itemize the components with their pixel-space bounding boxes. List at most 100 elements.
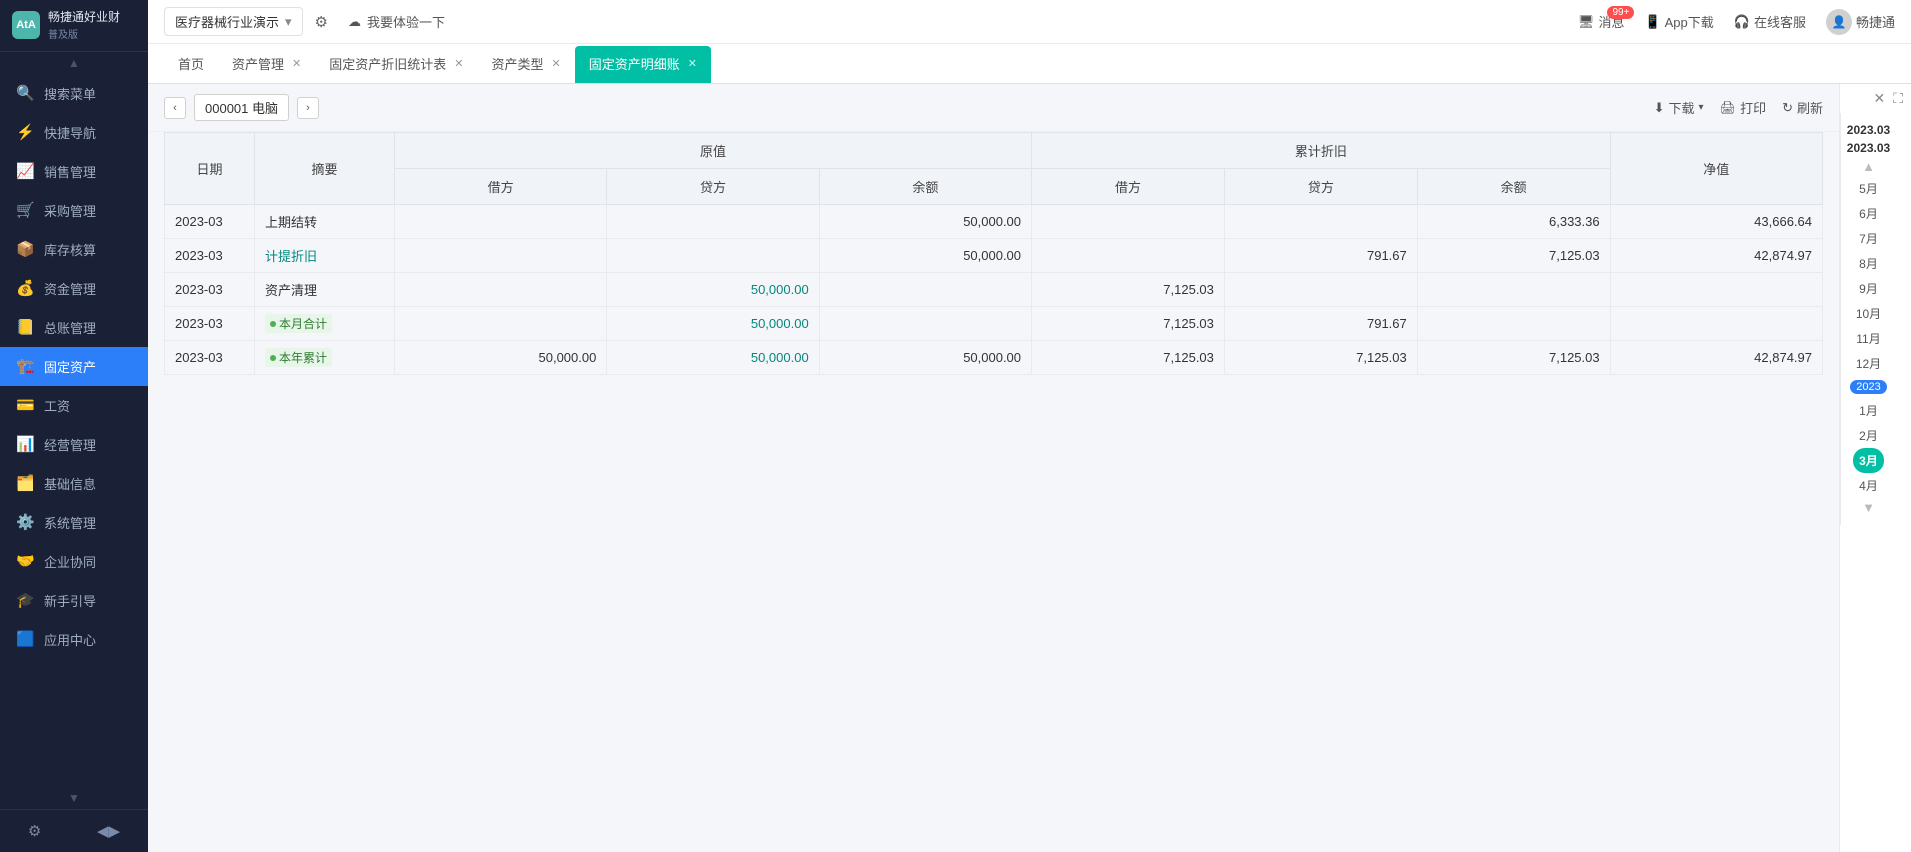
tab-close-icon[interactable]: ✕	[552, 57, 561, 70]
tab-asset-detail[interactable]: 固定资产明细账 ✕	[575, 46, 711, 83]
cell-summary: 本年累计	[255, 341, 395, 375]
tab-label: 首页	[178, 54, 204, 73]
cell-net-value	[1610, 273, 1822, 307]
app-download-btn[interactable]: 📱 App下载	[1644, 12, 1713, 31]
panel-close-btn[interactable]: ✕	[1873, 90, 1885, 107]
cell-yuanzhi-debit: 50,000.00	[395, 341, 607, 375]
sidebar-item-label: 资金管理	[44, 279, 96, 298]
cell-date: 2023-03	[165, 239, 255, 273]
cell-yuanzhi-debit	[395, 273, 607, 307]
dropdown-icon: ▾	[285, 14, 292, 30]
cell-yuanzhi-credit: 50,000.00	[607, 341, 819, 375]
sidebar-item-purchase[interactable]: 🛒 采购管理	[0, 191, 148, 230]
timeline-year-badge: 2023	[1850, 380, 1886, 394]
base-info-icon: 🗂️	[16, 474, 34, 492]
col-leiji-debit: 借方	[1032, 169, 1225, 205]
timeline-up-arrow[interactable]: ▲	[1860, 157, 1877, 176]
sidebar-item-finance[interactable]: 💰 资金管理	[0, 269, 148, 308]
timeline-months-2023: 1月2月3月4月	[1853, 398, 1884, 498]
tag-month: 本月合计	[265, 314, 332, 333]
cell-net-value: 42,874.97	[1610, 341, 1822, 375]
col-leiji-credit: 贷方	[1224, 169, 1417, 205]
sidebar-item-base-info[interactable]: 🗂️ 基础信息	[0, 464, 148, 503]
timeline-month[interactable]: 11月	[1850, 326, 1887, 351]
sidebar-scroll-down[interactable]: ▼	[0, 787, 148, 809]
tab-close-icon[interactable]: ✕	[454, 57, 463, 70]
next-asset-btn[interactable]: ›	[297, 97, 319, 119]
timeline-month[interactable]: 6月	[1850, 201, 1887, 226]
sidebar-item-label: 企业协同	[44, 552, 96, 571]
timeline-month[interactable]: 10月	[1850, 301, 1887, 326]
cell-yuanzhi-debit	[395, 307, 607, 341]
sidebar-item-label: 库存核算	[44, 240, 96, 259]
tag-year: 本年累计	[265, 348, 332, 367]
timeline-panel: 2023.03 2023.03 ▲ 5月6月7月8月9月10月11月12月 20…	[1840, 113, 1896, 525]
topbar-right: 🖥 消息 99+ 📱 App下载 🎧 在线客服 👤 畅捷通	[1578, 9, 1895, 35]
user-avatar-btn[interactable]: 👤 畅捷通	[1826, 9, 1895, 35]
settings-gear-icon[interactable]: ⚙	[315, 13, 328, 31]
panel-expand-btn[interactable]: ⛶	[1893, 90, 1903, 107]
tab-close-icon[interactable]: ✕	[292, 57, 301, 70]
tab-depreciation-stats[interactable]: 固定资产折旧统计表 ✕	[315, 46, 477, 83]
sidebar-item-sales[interactable]: 📈 销售管理	[0, 152, 148, 191]
cell-yuanzhi-debit	[395, 205, 607, 239]
sidebar-item-inventory[interactable]: 📦 库存核算	[0, 230, 148, 269]
timeline-months-before: 5月6月7月8月9月10月11月12月	[1850, 176, 1887, 376]
col-leiji-group: 累计折旧	[1032, 133, 1611, 169]
tab-label: 固定资产明细账	[589, 54, 680, 73]
asset-code: 000001 电脑	[194, 94, 289, 121]
cell-net-value	[1610, 307, 1822, 341]
sidebar-header: AtA 畅捷通好业财 普及版	[0, 0, 148, 52]
cell-yuanzhi-credit	[607, 239, 819, 273]
prev-asset-btn[interactable]: ‹	[164, 97, 186, 119]
sidebar-item-guide[interactable]: 🎓 新手引导	[0, 581, 148, 620]
company-selector[interactable]: 医疗器械行业演示 ▾	[164, 7, 303, 36]
timeline-month-2023[interactable]: 1月	[1853, 398, 1884, 423]
col-net: 净值	[1610, 133, 1822, 205]
sidebar-item-quick-nav[interactable]: ⚡ 快捷导航	[0, 113, 148, 152]
sidebar-item-apps[interactable]: 🟦 应用中心	[0, 620, 148, 659]
timeline-month-2023[interactable]: 2月	[1853, 423, 1884, 448]
download-icon: 📱	[1644, 14, 1660, 30]
table-row: 2023-03 上期结转 50,000.00 6,333.36 43,666.6…	[165, 205, 1823, 239]
tab-asset-type[interactable]: 资产类型 ✕	[477, 46, 574, 83]
sidebar-item-system[interactable]: ⚙️ 系统管理	[0, 503, 148, 542]
sidebar-item-fixed-assets[interactable]: 🏗️ 固定资产	[0, 347, 148, 386]
experience-btn[interactable]: ☁ 我要体验一下	[348, 12, 445, 31]
purchase-icon: 🛒	[16, 201, 34, 219]
timeline-month[interactable]: 7月	[1850, 226, 1887, 251]
collapse-btn[interactable]: ◀▶	[89, 818, 128, 844]
cell-summary: 资产清理	[255, 273, 395, 307]
sidebar-item-enterprise[interactable]: 🤝 企业协同	[0, 542, 148, 581]
timeline-month-2023[interactable]: 3月	[1853, 448, 1884, 473]
app-edition: 普及版	[48, 26, 120, 41]
refresh-btn[interactable]: ↻ 刷新	[1782, 98, 1823, 117]
tab-home[interactable]: 首页	[164, 46, 218, 83]
print-btn[interactable]: 🖨 打印	[1720, 98, 1767, 117]
message-btn[interactable]: 🖥 消息 99+	[1578, 12, 1625, 31]
tab-asset-management[interactable]: 资产管理 ✕	[218, 46, 315, 83]
cell-yuanzhi-balance	[819, 307, 1031, 341]
timeline-month[interactable]: 5月	[1850, 176, 1887, 201]
timeline-down-arrow[interactable]: ▼	[1860, 498, 1877, 517]
sidebar-item-ledger[interactable]: 📒 总账管理	[0, 308, 148, 347]
timeline-month[interactable]: 12月	[1850, 351, 1887, 376]
sidebar-scroll-up[interactable]: ▲	[0, 52, 148, 74]
sidebar-item-operations[interactable]: 📊 经营管理	[0, 425, 148, 464]
col-yuanzhi-debit: 借方	[395, 169, 607, 205]
sidebar-item-label: 应用中心	[44, 630, 96, 649]
main-body: ‹ 000001 电脑 › ⬇ 下载 ▾ 🖨 打印	[148, 84, 1911, 852]
cell-leiji-credit	[1224, 205, 1417, 239]
settings-btn[interactable]: ⚙	[20, 818, 49, 844]
timeline-month[interactable]: 9月	[1850, 276, 1887, 301]
download-btn[interactable]: ⬇ 下载 ▾	[1654, 98, 1704, 117]
customer-service-btn[interactable]: 🎧 在线客服	[1734, 12, 1806, 31]
sidebar-item-payroll[interactable]: 💳 工资	[0, 386, 148, 425]
col-leiji-balance: 余额	[1417, 169, 1610, 205]
sidebar-item-label: 销售管理	[44, 162, 96, 181]
timeline-month-2023[interactable]: 4月	[1853, 473, 1884, 498]
timeline-month[interactable]: 8月	[1850, 251, 1887, 276]
sidebar-item-search[interactable]: 🔍 搜索菜单	[0, 74, 148, 113]
table-row: 2023-03 资产清理 50,000.00 7,125.03	[165, 273, 1823, 307]
tab-close-icon[interactable]: ✕	[688, 57, 697, 70]
